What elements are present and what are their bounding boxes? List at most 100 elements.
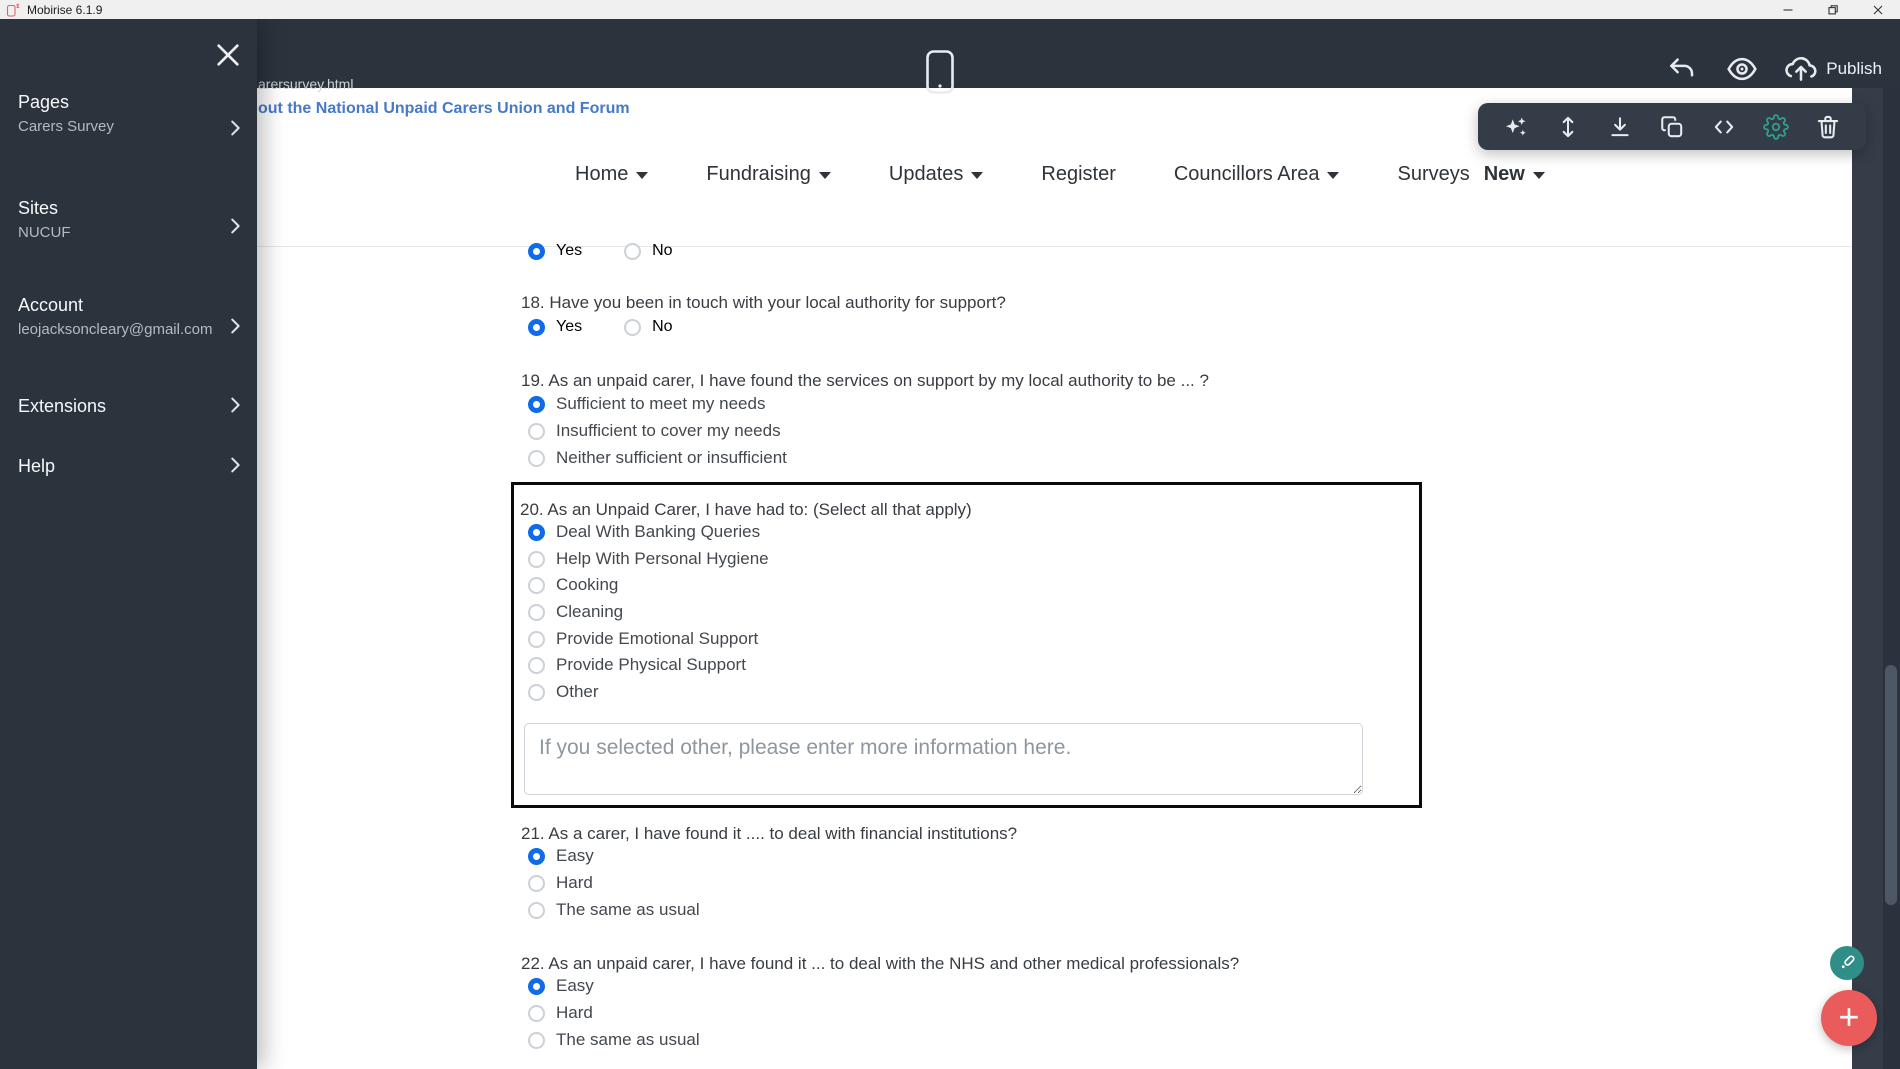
- question-18-title: 18. Have you been in touch with your loc…: [521, 293, 1006, 312]
- sidebar-item-label: Sites: [18, 198, 59, 218]
- app-title: Mobirise 6.1.9: [27, 2, 103, 17]
- block-toolbar: [1478, 103, 1866, 150]
- radio-checked-icon[interactable]: [528, 242, 545, 260]
- radio-unchecked-icon[interactable]: [528, 630, 545, 648]
- radio-checked-icon[interactable]: [528, 395, 545, 413]
- sidebar-item-extensions[interactable]: Extensions: [18, 395, 244, 417]
- radio-unchecked-icon[interactable]: [528, 603, 545, 621]
- radio-unchecked-icon[interactable]: [624, 318, 642, 336]
- radio-unchecked-icon[interactable]: [528, 422, 545, 440]
- app-header: arersurvey.html Publish: [0, 19, 1900, 94]
- edit-style-button[interactable]: [1830, 946, 1864, 980]
- close-window-button[interactable]: [1855, 0, 1900, 19]
- undo-icon[interactable]: [1665, 52, 1699, 86]
- radio-checked-icon[interactable]: [528, 847, 545, 865]
- question-22-title: 22. As an unpaid carer, I have found it …: [521, 954, 1240, 973]
- radio-option[interactable]: Hard: [528, 873, 593, 892]
- radio-unchecked-icon[interactable]: [528, 874, 545, 892]
- radio-option[interactable]: Cleaning: [528, 602, 623, 621]
- plus-icon: +: [1838, 995, 1860, 1037]
- radio-checked-icon[interactable]: [528, 523, 545, 541]
- add-block-button[interactable]: +: [1821, 990, 1877, 1046]
- chevron-right-icon: [224, 454, 246, 476]
- nav-item-fundraising[interactable]: Fundraising: [706, 163, 831, 186]
- sidebar-item-account[interactable]: Account leojacksoncleary@gmail.com: [18, 294, 244, 340]
- publish-cloud-icon: [1785, 53, 1817, 85]
- radio-option[interactable]: Sufficient to meet my needs: [528, 394, 765, 413]
- radio-checked-icon[interactable]: [528, 318, 545, 336]
- scrollbar-thumb[interactable]: [1885, 665, 1897, 905]
- radio-unchecked-icon[interactable]: [528, 449, 545, 467]
- site-nav-menu: Home Fundraising Updates Register Counci…: [575, 158, 1545, 190]
- radio-option[interactable]: Insufficient to cover my needs: [528, 421, 781, 440]
- radio-option[interactable]: Deal With Banking Queries: [528, 522, 760, 541]
- radio-unchecked-icon[interactable]: [528, 656, 545, 674]
- canvas-right-margin: [1852, 88, 1900, 1069]
- radio-option[interactable]: Provide Emotional Support: [528, 629, 758, 648]
- radio-option[interactable]: Yes: [528, 318, 582, 336]
- radio-unchecked-icon[interactable]: [528, 550, 545, 568]
- ai-sparkles-icon[interactable]: [1502, 113, 1530, 141]
- radio-option[interactable]: Hard: [528, 1003, 593, 1022]
- minimize-button[interactable]: [1765, 0, 1810, 19]
- radio-unchecked-icon[interactable]: [528, 1031, 545, 1049]
- radio-option[interactable]: The same as usual: [528, 1030, 700, 1049]
- radio-option[interactable]: Yes: [528, 242, 582, 260]
- code-icon[interactable]: [1710, 113, 1738, 141]
- mobile-preview-icon[interactable]: [925, 49, 955, 95]
- nav-item-surveys[interactable]: Surveys New: [1397, 162, 1545, 186]
- chevron-right-icon: [224, 394, 246, 416]
- top-about-link[interactable]: out the National Unpaid Carers Union and…: [258, 100, 630, 118]
- radio-option[interactable]: Easy: [528, 846, 594, 865]
- radio-unchecked-icon[interactable]: [528, 1004, 545, 1022]
- chevron-down-icon: [971, 172, 984, 179]
- sidebar-item-sublabel: leojacksoncleary@gmail.com: [18, 321, 213, 338]
- maximize-button[interactable]: [1810, 0, 1855, 19]
- radio-unchecked-icon[interactable]: [528, 576, 545, 594]
- radio-checked-icon[interactable]: [528, 977, 545, 995]
- question-20-title: 20. As an Unpaid Carer, I have had to: (…: [520, 500, 972, 519]
- radio-unchecked-icon[interactable]: [528, 901, 545, 919]
- radio-option[interactable]: Provide Physical Support: [528, 655, 746, 674]
- sidebar-item-pages[interactable]: Pages Carers Survey: [18, 91, 244, 137]
- radio-option[interactable]: No: [624, 318, 673, 336]
- resize-vertical-icon[interactable]: [1554, 113, 1582, 141]
- os-titlebar: Mobirise 6.1.9: [0, 0, 1900, 19]
- radio-option[interactable]: Cooking: [528, 575, 618, 594]
- trash-icon[interactable]: [1814, 113, 1842, 141]
- other-info-textarea[interactable]: [524, 723, 1363, 795]
- duplicate-icon[interactable]: [1658, 113, 1686, 141]
- selected-block-q20[interactable]: 20. As an Unpaid Carer, I have had to: (…: [511, 482, 1422, 808]
- chevron-right-icon: [224, 315, 246, 337]
- radio-option[interactable]: Help With Personal Hygiene: [528, 549, 769, 568]
- publish-button[interactable]: Publish: [1785, 53, 1882, 85]
- sidebar-item-sites[interactable]: Sites NUCUF: [18, 197, 244, 243]
- download-icon[interactable]: [1606, 113, 1634, 141]
- radio-option[interactable]: Neither sufficient or insufficient: [528, 448, 787, 467]
- scrollbar-track[interactable]: [1883, 88, 1900, 1069]
- radio-option[interactable]: The same as usual: [528, 900, 700, 919]
- mobirise-logo-icon: [6, 3, 20, 17]
- radio-option[interactable]: Easy: [528, 976, 594, 995]
- settings-gear-icon[interactable]: [1762, 113, 1790, 141]
- nav-item-councillors-area[interactable]: Councillors Area: [1174, 163, 1340, 186]
- q17-options: Yes No: [528, 242, 715, 260]
- preview-eye-icon[interactable]: [1725, 52, 1759, 86]
- radio-unchecked-icon[interactable]: [528, 683, 545, 701]
- chevron-right-icon: [224, 215, 246, 237]
- nav-item-updates[interactable]: Updates: [889, 163, 984, 186]
- nav-item-register[interactable]: Register: [1041, 163, 1115, 186]
- nav-new-badge: New: [1483, 162, 1525, 185]
- mobirise-app-window: Mobirise 6.1.9 arersurvey.html Publish P…: [0, 0, 1900, 1069]
- site-canvas: out the National Unpaid Carers Union and…: [257, 88, 1852, 1069]
- chevron-down-icon: [1327, 172, 1340, 179]
- sidebar-item-help[interactable]: Help: [18, 455, 244, 477]
- radio-option[interactable]: Other: [528, 682, 599, 701]
- nav-item-home[interactable]: Home: [575, 163, 649, 186]
- chevron-down-icon: [1532, 172, 1545, 179]
- style-brush-icon: [1836, 952, 1858, 974]
- radio-option[interactable]: No: [624, 242, 673, 260]
- close-sidebar-icon[interactable]: [212, 39, 244, 71]
- radio-unchecked-icon[interactable]: [624, 242, 642, 260]
- chevron-down-icon: [636, 172, 649, 179]
